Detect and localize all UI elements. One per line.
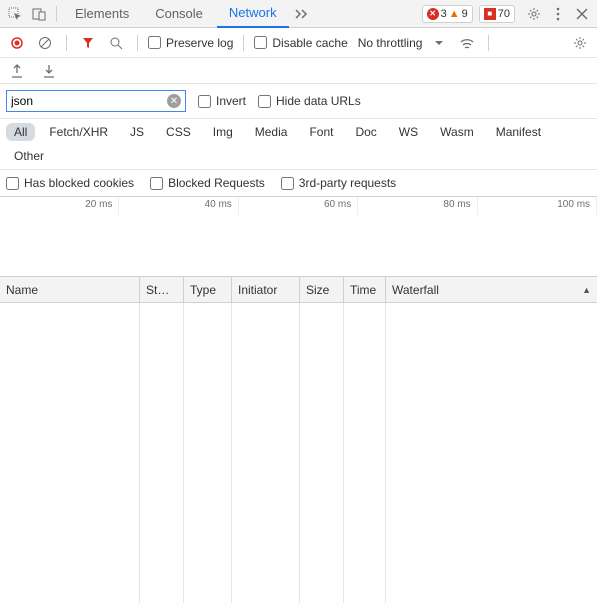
col-waterfall[interactable]: Waterfall ▲ — [386, 277, 597, 302]
kebab-menu-icon[interactable] — [547, 3, 569, 25]
gear-icon[interactable] — [523, 3, 545, 25]
type-other[interactable]: Other — [6, 147, 52, 165]
throttling-label: No throttling — [358, 36, 423, 50]
type-ws[interactable]: WS — [391, 123, 426, 141]
record-icon[interactable] — [6, 32, 28, 54]
timeline-overview[interactable]: 20 ms 40 ms 60 ms 80 ms 100 ms — [0, 197, 597, 277]
separator — [56, 6, 57, 22]
warning-count: 9 — [462, 8, 468, 20]
tab-console[interactable]: Console — [143, 0, 215, 28]
separator — [66, 35, 67, 51]
type-media[interactable]: Media — [247, 123, 296, 141]
hide-data-urls-checkbox[interactable]: Hide data URLs — [258, 94, 361, 108]
type-css[interactable]: CSS — [158, 123, 199, 141]
blocked-requests-checkbox[interactable]: Blocked Requests — [150, 176, 265, 190]
filter-input-wrap[interactable]: ✕ — [6, 90, 186, 112]
col-time[interactable]: Time — [344, 277, 386, 302]
more-tabs-icon[interactable] — [291, 3, 313, 25]
type-fetch[interactable]: Fetch/XHR — [41, 123, 116, 141]
col-name[interactable]: Name — [0, 277, 140, 302]
type-doc[interactable]: Doc — [347, 123, 384, 141]
clear-icon[interactable] — [34, 32, 56, 54]
preserve-log-checkbox[interactable]: Preserve log — [148, 36, 233, 50]
invert-checkbox[interactable]: Invert — [198, 94, 246, 108]
type-font[interactable]: Font — [301, 123, 341, 141]
third-party-checkbox[interactable]: 3rd-party requests — [281, 176, 396, 190]
device-toolbar-icon[interactable] — [28, 3, 50, 25]
timeline-tick: 40 ms — [119, 197, 238, 215]
filter-icon[interactable] — [77, 32, 99, 54]
timeline-tick: 80 ms — [358, 197, 477, 215]
export-har-icon[interactable] — [6, 60, 28, 82]
extra-filters: Has blocked cookies Blocked Requests 3rd… — [0, 170, 597, 197]
separator — [488, 35, 489, 51]
filter-bar: ✕ Invert Hide data URLs — [0, 84, 597, 119]
col-initiator[interactable]: Initiator — [232, 277, 300, 302]
issues-count: 70 — [498, 8, 510, 20]
network-conditions-icon[interactable] — [456, 32, 478, 54]
error-count: 3 — [441, 8, 447, 20]
issue-badges[interactable]: ✕ 3 ▲ 9 ■ 70 — [422, 5, 515, 23]
col-size[interactable]: Size — [300, 277, 344, 302]
network-settings-icon[interactable] — [569, 32, 591, 54]
timeline-tick: 60 ms — [239, 197, 358, 215]
clear-filter-icon[interactable]: ✕ — [167, 94, 181, 108]
sort-arrow-icon: ▲ — [582, 285, 591, 295]
tab-network[interactable]: Network — [217, 0, 289, 28]
timeline-tick: 20 ms — [0, 197, 119, 215]
blocked-cookies-checkbox[interactable]: Has blocked cookies — [6, 176, 134, 190]
devtools-tabbar: Elements Console Network ✕ 3 ▲ 9 ■ 70 — [0, 0, 597, 28]
throttling-dropdown-icon[interactable] — [428, 32, 450, 54]
disable-cache-checkbox[interactable]: Disable cache — [254, 36, 347, 50]
warning-icon: ▲ — [449, 8, 460, 20]
resource-type-filter: All Fetch/XHR JS CSS Img Media Font Doc … — [0, 119, 597, 170]
type-js[interactable]: JS — [122, 123, 152, 141]
import-har-icon[interactable] — [38, 60, 60, 82]
separator — [243, 35, 244, 51]
inspect-icon[interactable] — [4, 3, 26, 25]
type-all[interactable]: All — [6, 123, 35, 141]
close-icon[interactable] — [571, 3, 593, 25]
timeline-tick: 100 ms — [478, 197, 597, 215]
search-icon[interactable] — [105, 32, 127, 54]
network-table-body — [0, 303, 597, 603]
col-type[interactable]: Type — [184, 277, 232, 302]
import-export-toolbar — [0, 58, 597, 84]
type-wasm[interactable]: Wasm — [432, 123, 482, 141]
col-status[interactable]: St… — [140, 277, 184, 302]
network-table-header: Name St… Type Initiator Size Time Waterf… — [0, 277, 597, 303]
error-icon: ✕ — [427, 8, 439, 20]
type-img[interactable]: Img — [205, 123, 241, 141]
issues-icon: ■ — [484, 8, 496, 20]
network-toolbar: Preserve log Disable cache No throttling — [0, 28, 597, 58]
separator — [137, 35, 138, 51]
type-manifest[interactable]: Manifest — [488, 123, 549, 141]
filter-input[interactable] — [11, 94, 167, 108]
tab-elements[interactable]: Elements — [63, 0, 141, 28]
